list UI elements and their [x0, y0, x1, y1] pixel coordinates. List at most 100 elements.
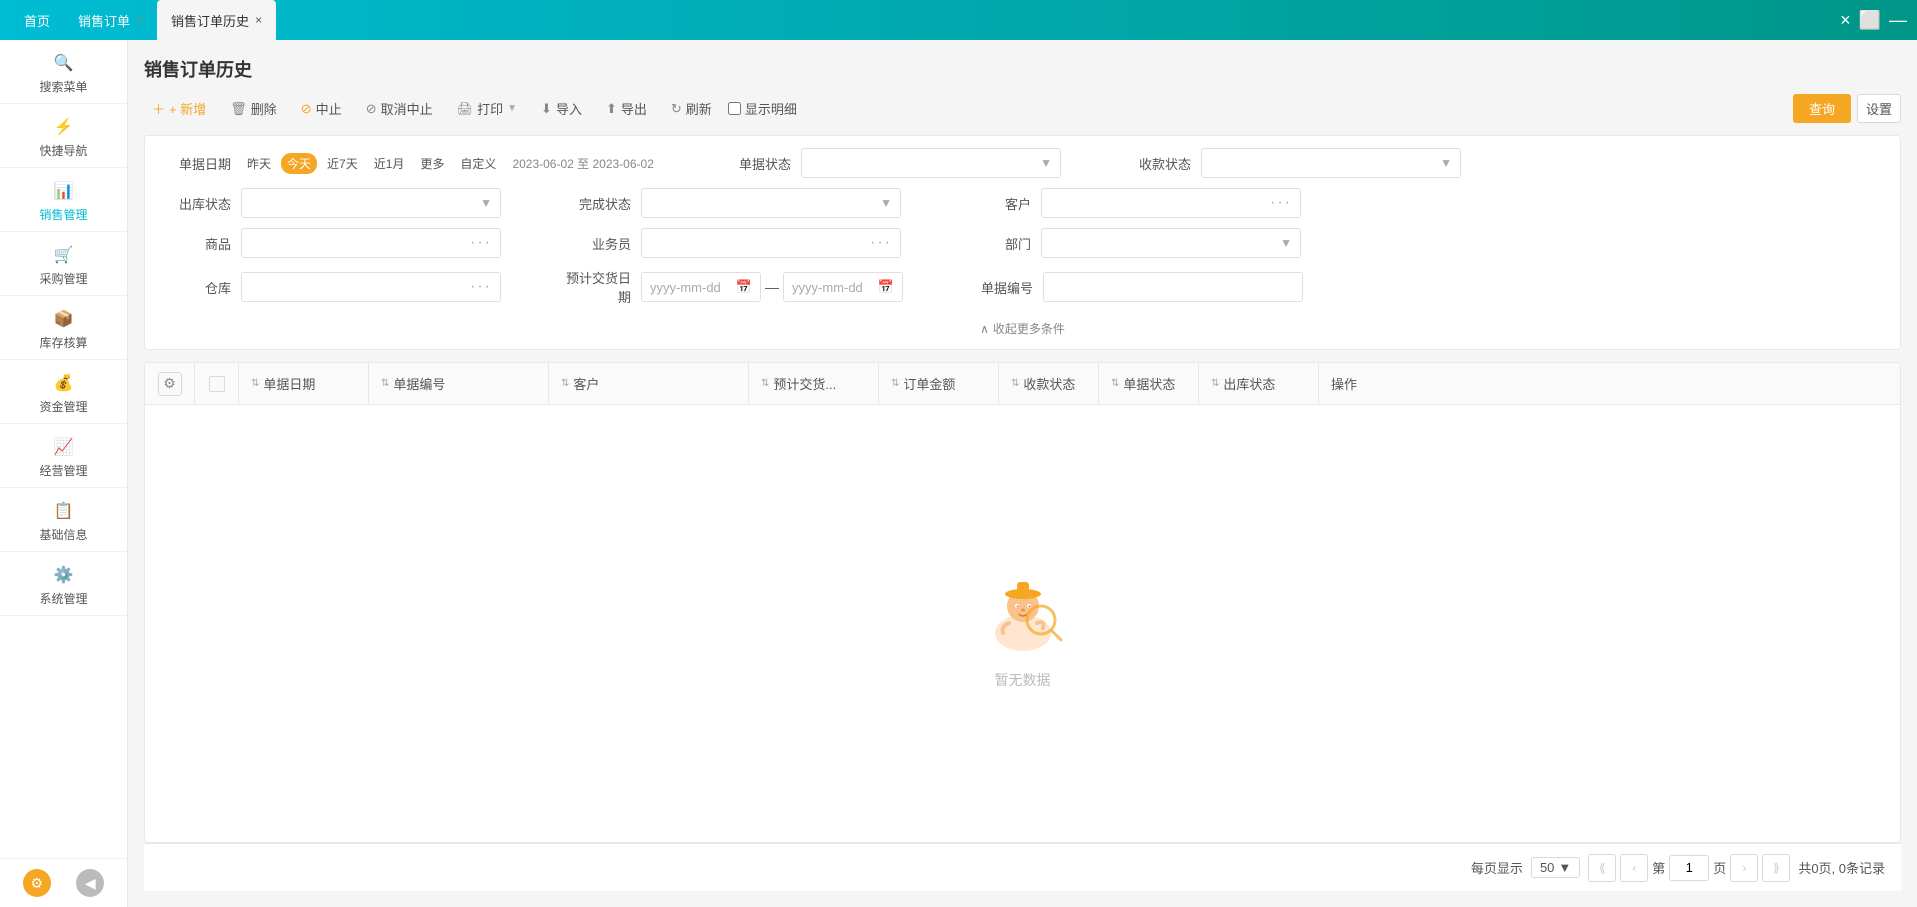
th-out-status-sort-icon[interactable]: ⇅ — [1211, 378, 1219, 389]
today-opt[interactable]: 今天 — [281, 153, 317, 174]
sidebar-item-finance-mgmt[interactable]: 💰 资金管理 — [0, 360, 127, 424]
current-page-input[interactable] — [1669, 855, 1709, 881]
delivery-date-wrap: yyyy-mm-dd 📅 — yyyy-mm-dd 📅 — [641, 272, 903, 302]
sidebar-item-ops-mgmt[interactable]: 📈 经营管理 — [0, 424, 127, 488]
sidebar-item-sales-mgmt[interactable]: 📊 销售管理 — [0, 168, 127, 232]
sidebar-item-inventory-check[interactable]: 📦 库存核算 — [0, 296, 127, 360]
sys-mgmt-icon: ⚙️ — [53, 564, 75, 586]
product-label: 商品 — [161, 234, 241, 253]
topbar-restore-btn[interactable]: ⬜ — [1859, 10, 1881, 31]
delivery-date-start[interactable]: yyyy-mm-dd 📅 — [641, 272, 761, 302]
product-more-icon: ··· — [470, 234, 492, 252]
th-doc-no-sort-icon[interactable]: ⇅ — [381, 378, 389, 389]
collapse-up-icon: ∧ — [980, 322, 989, 336]
th-delivery-date: ⇅ 预计交货... — [749, 363, 879, 404]
yesterday-opt[interactable]: 昨天 — [241, 153, 277, 174]
base-info-icon: 📋 — [53, 500, 75, 522]
th-operation: 操作 — [1319, 363, 1900, 404]
delete-icon: 🗑 — [230, 101, 247, 117]
doc-date-label: 单据日期 — [161, 154, 241, 173]
new-btn[interactable]: ＋ + 新增 — [144, 95, 214, 122]
delivery-date-label: 预计交货日期 — [561, 268, 641, 306]
customer-field[interactable]: ··· — [1041, 188, 1301, 218]
complete-status-select[interactable]: ▼ — [641, 188, 901, 218]
page-label-prefix: 第 — [1652, 858, 1665, 877]
warehouse-field[interactable]: ··· — [241, 272, 501, 302]
tab-sales-order-history-close[interactable]: × — [255, 13, 262, 27]
quick-nav-icon: ⚡ — [53, 116, 75, 138]
delivery-start-calendar-icon: 📅 — [736, 279, 752, 295]
out-status-select[interactable]: ▼ — [241, 188, 501, 218]
pay-status-select[interactable]: ▼ — [1201, 148, 1461, 178]
filter-row-3: 商品 ··· 业务员 ··· 部门 ▼ — [161, 228, 1884, 258]
ops-mgmt-icon: 📈 — [53, 436, 75, 458]
custom-opt[interactable]: 自定义 — [454, 153, 502, 174]
sidebar-item-sys-mgmt[interactable]: ⚙️ 系统管理 — [0, 552, 127, 616]
settings-btn[interactable]: 设置 — [1857, 94, 1901, 123]
date-range-display: 2023-06-02 至 2023-06-02 — [512, 155, 653, 172]
warehouse-more-icon: ··· — [470, 278, 492, 296]
stop-btn[interactable]: ⊘ 中止 — [293, 95, 350, 122]
delivery-date-end[interactable]: yyyy-mm-dd 📅 — [783, 272, 903, 302]
delete-btn[interactable]: 🗑 删除 — [222, 95, 285, 122]
tab-sales-order-history[interactable]: 销售订单历史 × — [157, 0, 276, 40]
sidebar: 🔍 搜索菜单 ⚡ 快捷导航 📊 销售管理 🛒 采购管理 📦 库存核算 💰 资金管… — [0, 40, 128, 907]
th-customer-sort-icon[interactable]: ⇅ — [561, 378, 569, 389]
prev-page-btn[interactable]: ‹ — [1620, 854, 1648, 882]
refresh-btn[interactable]: ↻ 刷新 — [663, 95, 720, 122]
customer-label: 客户 — [961, 194, 1041, 213]
sidebar-item-inventory-check-label: 库存核算 — [39, 334, 87, 351]
topbar-minimize-btn[interactable]: — — [1889, 10, 1907, 31]
th-settings: ⚙ — [145, 363, 195, 404]
query-btn[interactable]: 查询 — [1793, 94, 1851, 123]
sidebar-item-search-menu[interactable]: 🔍 搜索菜单 — [0, 40, 127, 104]
page-nav: ⟪ ‹ 第 页 › ⟫ — [1588, 854, 1790, 882]
sidebar-item-quick-nav[interactable]: ⚡ 快捷导航 — [0, 104, 127, 168]
tab-home[interactable]: 首页 — [10, 0, 64, 40]
next-page-btn[interactable]: › — [1730, 854, 1758, 882]
per-page-select[interactable]: 50 ▼ — [1531, 857, 1580, 878]
display-detail-checkbox[interactable] — [728, 102, 741, 115]
doc-no-field[interactable] — [1043, 272, 1303, 302]
last-page-btn[interactable]: ⟫ — [1762, 854, 1790, 882]
dept-select[interactable]: ▼ — [1041, 228, 1301, 258]
print-btn[interactable]: 🖨 打印 ▼ — [449, 95, 525, 122]
sidebar-settings-btn[interactable]: ⚙ — [23, 869, 51, 897]
th-doc-date: ⇅ 单据日期 — [239, 363, 369, 404]
cancel-stop-btn[interactable]: ⊘ 取消中止 — [358, 95, 441, 122]
doc-status-select[interactable]: ▼ — [801, 148, 1061, 178]
export-icon: ⬆ — [606, 101, 617, 117]
th-doc-date-sort-icon[interactable]: ⇅ — [251, 378, 259, 389]
th-amount-sort-icon[interactable]: ⇅ — [891, 378, 899, 389]
th-doc-status-sort-icon[interactable]: ⇅ — [1111, 378, 1119, 389]
stop-icon: ⊘ — [301, 101, 312, 117]
tab-sales-order-close[interactable]: × — [136, 13, 143, 27]
th-doc-no: ⇅ 单据编号 — [369, 363, 549, 404]
out-status-chevron-icon: ▼ — [480, 196, 492, 210]
salesperson-field[interactable]: ··· — [641, 228, 901, 258]
first-page-btn[interactable]: ⟪ — [1588, 854, 1616, 882]
th-delivery-sort-icon[interactable]: ⇅ — [761, 378, 769, 389]
finance-mgmt-icon: 💰 — [53, 372, 75, 394]
table-select-all-checkbox[interactable] — [209, 376, 225, 392]
collapse-btn[interactable]: ∧ 收起更多条件 — [161, 316, 1884, 337]
sidebar-collapse-btn[interactable]: ◀ — [76, 869, 104, 897]
delivery-end-calendar-icon: 📅 — [878, 279, 894, 295]
warehouse-label: 仓库 — [161, 278, 241, 297]
th-order-amount: ⇅ 订单金额 — [879, 363, 999, 404]
tab-sales-order[interactable]: 销售订单 × — [64, 0, 157, 40]
out-status-label: 出库状态 — [161, 194, 241, 213]
export-btn[interactable]: ⬆ 导出 — [598, 95, 655, 122]
topbar-close-btn[interactable]: × — [1840, 10, 1851, 31]
last1m-opt[interactable]: 近1月 — [368, 153, 411, 174]
product-field[interactable]: ··· — [241, 228, 501, 258]
sidebar-item-purchase-mgmt[interactable]: 🛒 采购管理 — [0, 232, 127, 296]
sidebar-item-base-info[interactable]: 📋 基础信息 — [0, 488, 127, 552]
th-pay-status-sort-icon[interactable]: ⇅ — [1011, 378, 1019, 389]
doc-status-label: 单据状态 — [721, 154, 801, 173]
import-btn[interactable]: ⬇ 导入 — [533, 95, 590, 122]
display-detail-checkbox-wrap[interactable]: 显示明细 — [728, 99, 797, 118]
last7-opt[interactable]: 近7天 — [321, 153, 364, 174]
table-settings-gear[interactable]: ⚙ — [158, 372, 182, 396]
more-opt[interactable]: 更多 — [414, 153, 450, 174]
